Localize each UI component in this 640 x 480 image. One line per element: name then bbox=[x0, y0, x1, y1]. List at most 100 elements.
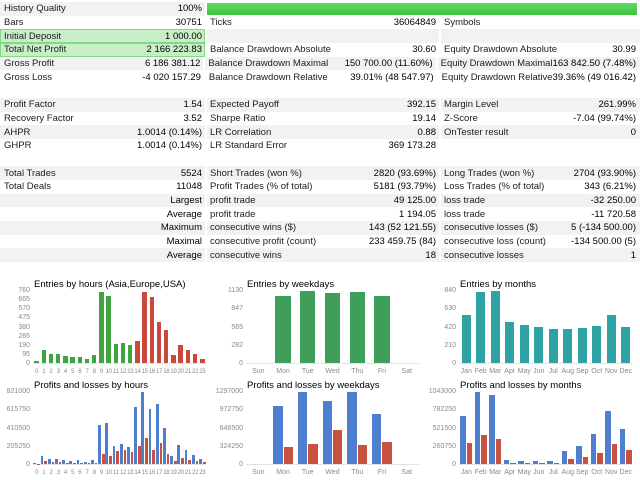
stats-row: Recovery Factor 3.52 Sharpe Ratio 19.14 Z-Sc… bbox=[0, 112, 640, 126]
profit-bar bbox=[518, 460, 524, 465]
bars bbox=[459, 291, 633, 365]
x-tick-label: 3 bbox=[56, 369, 60, 376]
loss-bar bbox=[283, 446, 293, 465]
stat-value: 1 bbox=[630, 249, 636, 261]
stat-value: 0.88 bbox=[417, 126, 437, 138]
plot-area: 0 1 2 3 4 5 6 7 8 9 10 11 12 13 14 15 16 17 18 19 20 21 22 23 bbox=[33, 392, 206, 476]
stat-label: consecutive losses bbox=[444, 249, 524, 261]
bar-group bbox=[127, 291, 134, 364]
bar-group bbox=[532, 392, 547, 465]
stat-label: AHPR bbox=[4, 126, 31, 138]
stats-row: AHPR 1.0014 (0.14%) LR Correlation 0.88 OnTe… bbox=[0, 125, 640, 139]
stat-cell: OnTester result 0 bbox=[441, 125, 640, 139]
bar bbox=[476, 291, 486, 364]
stat-value: 150 700.00 (11.60%) bbox=[344, 58, 433, 70]
stat-label: profit trade bbox=[210, 194, 256, 206]
bar-group bbox=[148, 291, 155, 364]
bar-group bbox=[590, 392, 605, 465]
chart-profits-losses-by-hours: Profits and losses by hours 821000 615750… bbox=[0, 377, 213, 478]
stat-value: 11048 bbox=[176, 181, 202, 193]
stat-value: -11 720.58 bbox=[591, 208, 636, 220]
stat-cell: Average bbox=[0, 248, 205, 263]
x-tick-label: Jun bbox=[533, 469, 545, 477]
bar bbox=[135, 341, 140, 364]
bar-group bbox=[191, 291, 198, 364]
stat-label: consecutive wins ($) bbox=[210, 222, 297, 234]
bar-group bbox=[141, 291, 148, 364]
bar-group bbox=[33, 392, 40, 465]
loss-bar bbox=[539, 462, 545, 465]
bar bbox=[70, 357, 75, 364]
bar bbox=[606, 315, 616, 364]
stat-label: Symbols bbox=[444, 17, 481, 29]
chart-title: Profits and losses by weekdays bbox=[247, 380, 380, 392]
stat-cell: Average bbox=[0, 207, 205, 221]
chart-body: 1297000 972750 648500 324250 0 Sun Mon Tue Wed Th… bbox=[213, 388, 426, 476]
stat-cell: Maximum bbox=[0, 221, 205, 235]
profit-bar bbox=[503, 460, 510, 465]
bar-group bbox=[55, 291, 62, 364]
stat-cell: AHPR 1.0014 (0.14%) bbox=[0, 125, 205, 139]
stat-label: Total Net Profit bbox=[4, 44, 67, 56]
bar-group bbox=[295, 291, 320, 364]
bar-group bbox=[98, 392, 105, 465]
stat-label: Long Trades (won %) bbox=[444, 167, 535, 179]
x-tick-label: Mar bbox=[489, 469, 502, 477]
stats-row: GHPR 1.0014 (0.14%) LR Standard Error 369 1… bbox=[0, 139, 640, 153]
bar bbox=[164, 330, 169, 364]
x-tick-label: Nov bbox=[605, 469, 618, 477]
bar-group bbox=[590, 291, 605, 364]
x-tick-label: 10 bbox=[105, 369, 112, 376]
chart-title: Entries by months bbox=[460, 279, 537, 291]
stat-cell: History Quality 100% bbox=[0, 2, 205, 16]
bar-group bbox=[62, 291, 69, 364]
stat-label: Gross Profit bbox=[4, 58, 55, 70]
x-tick-label: 19 bbox=[170, 470, 177, 477]
stat-label: Total Deals bbox=[4, 181, 51, 193]
stat-cell: consecutive wins ($) 143 (52 121.55) bbox=[207, 221, 439, 235]
stat-label: Equity Drawdown Maximal bbox=[440, 58, 553, 70]
stat-label: Short Trades (won %) bbox=[210, 167, 302, 179]
stat-value: Maximum bbox=[160, 222, 202, 234]
bar-group bbox=[177, 291, 184, 364]
stat-cell bbox=[441, 139, 640, 153]
stat-value: -32 250.00 bbox=[590, 194, 636, 206]
stats-row: Total Net Profit 2 166 223.83 Balance Draw… bbox=[0, 43, 640, 57]
stat-label: GHPR bbox=[4, 140, 32, 152]
stat-value: 143 (52 121.55) bbox=[368, 222, 436, 234]
stat-label: Recovery Factor bbox=[4, 112, 74, 124]
x-tick-label: 20 bbox=[177, 369, 184, 376]
bar-group bbox=[546, 392, 561, 465]
x-tick-label: 2 bbox=[49, 369, 53, 376]
plot-area: Jan Feb Mar Apr May Jun Jul Aug Sep Oct Nov Dec bbox=[459, 392, 633, 476]
stat-cell bbox=[441, 29, 640, 44]
stat-value: 49 125.00 bbox=[393, 194, 436, 206]
y-axis: 821000 615750 410500 205250 0 bbox=[6, 388, 30, 469]
bar-group bbox=[134, 291, 141, 364]
stats-row: History Quality 100% bbox=[0, 2, 640, 16]
bar-group bbox=[474, 392, 489, 465]
bar bbox=[621, 326, 631, 364]
bar-group bbox=[163, 291, 170, 364]
x-tick-label: Aug bbox=[561, 469, 574, 477]
stat-cell: Total Trades 5524 bbox=[0, 166, 205, 180]
stat-label: Z-Score bbox=[444, 112, 478, 124]
bar-group bbox=[40, 291, 47, 364]
stat-cell: Maximal bbox=[0, 235, 205, 249]
profit-bar bbox=[273, 406, 283, 465]
stat-cell: loss trade -32 250.00 bbox=[441, 193, 640, 208]
loss-bar bbox=[495, 439, 502, 465]
loss-bar bbox=[510, 462, 516, 465]
profit-bar bbox=[590, 434, 597, 465]
loss-bar bbox=[357, 444, 368, 465]
bar-group bbox=[394, 291, 419, 363]
bar bbox=[185, 349, 191, 364]
stats-row: Gross Loss -4 020 157.29 Balance Drawdown … bbox=[0, 70, 640, 84]
bar-group bbox=[155, 392, 163, 465]
stat-value: -4 020 157.29 bbox=[142, 71, 201, 83]
x-tick-label: 9 bbox=[99, 369, 103, 376]
bar bbox=[505, 322, 515, 364]
stat-value: 6 186 381.12 bbox=[144, 58, 201, 70]
profit-bar bbox=[191, 454, 195, 465]
bar-group bbox=[604, 291, 619, 364]
